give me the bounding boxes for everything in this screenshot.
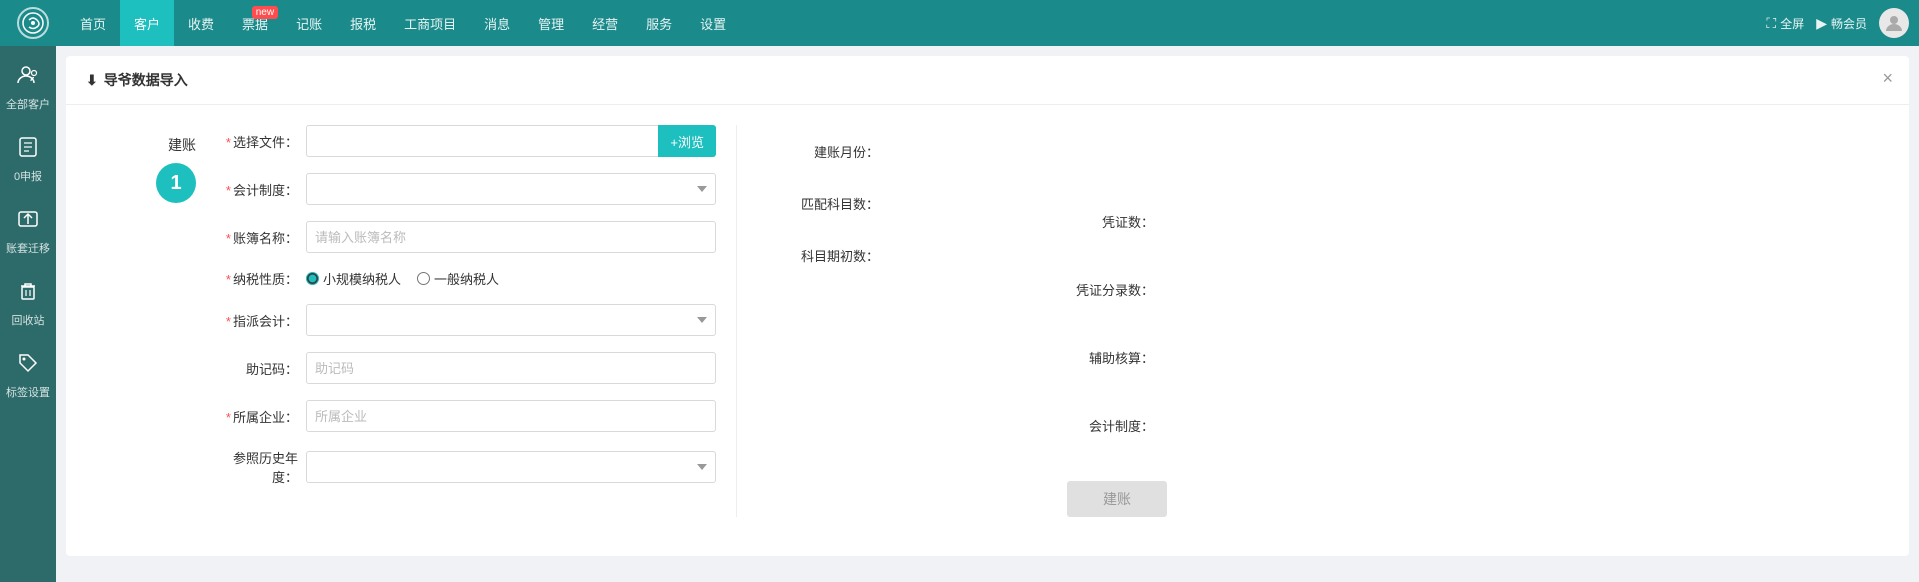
avatar[interactable] [1879,8,1909,38]
build-btn-section: 凭证数： 凭证分录数： 辅助核算： [1007,125,1207,517]
tax-type-row: *纳税性质： 小规模纳税人 一般纳税人 [216,269,716,288]
match-subjects-value [887,187,1007,219]
nav-item-invoices[interactable]: 票据 new [228,0,282,46]
nav-item-business[interactable]: 工商项目 [390,0,470,46]
tax-type-label: *纳税性质： [216,269,306,288]
close-button[interactable]: × [1882,68,1893,89]
sidebar-item-migrate[interactable]: 账套迁移 [0,200,56,264]
file-input[interactable] [306,125,658,157]
subject-init-label: 科目期初数： [797,246,887,265]
sidebar-item-zero-declare[interactable]: 0申报 [0,128,56,192]
file-label: *选择文件： [216,132,306,151]
company-input[interactable] [306,400,716,432]
browse-button[interactable]: +浏览 [658,125,716,157]
voucher-label: 凭证数： [1072,212,1162,231]
form-section: *选择文件： +浏览 *会计制度： [216,125,716,517]
memo-row: 助记码： [216,352,716,384]
accounting-system-label: *会计制度： [216,180,306,199]
subject-init-row: 科目期初数： [797,239,1007,271]
top-nav: 首页 客户 收费 票据 new 记账 报税 工商项目 消息 管理 经营 [0,0,1919,46]
accountant-label: *指派会计： [216,311,306,330]
migrate-icon [17,208,39,236]
voucher-entries-label: 凭证分录数： [1072,280,1162,299]
nav-item-services[interactable]: 服务 [632,0,686,46]
nav-item-manage[interactable]: 管理 [524,0,578,46]
sidebar: 全部客户 0申报 账套迁移 [0,46,56,582]
voucher-row: 凭证数： [1072,205,1162,237]
match-subjects-label: 匹配科目数： [797,194,887,213]
step-section: 建账 1 [96,125,216,517]
company-label: *所属企业： [216,407,306,426]
general-taxpayer-radio[interactable] [417,272,430,285]
all-clients-icon [17,64,39,92]
tags-icon [17,352,39,380]
auxiliary-row: 辅助核算： [1072,341,1162,373]
sidebar-item-all-clients[interactable]: 全部客户 [0,56,56,120]
auxiliary-label: 辅助核算： [1072,348,1162,367]
nav-item-tax[interactable]: 报税 [336,0,390,46]
accounting-system-row: *会计制度： [216,173,716,205]
info-section: 建账月份： 匹配科目数： 科目期初数： [757,125,1007,517]
memo-input[interactable] [306,352,716,384]
ledger-name-label: *账簿名称： [216,228,306,247]
nav-item-operations[interactable]: 经营 [578,0,632,46]
memo-label: 助记码： [216,359,306,378]
new-badge: new [252,6,278,19]
file-row: *选择文件： +浏览 [216,125,716,157]
company-row: *所属企业： [216,400,716,432]
app-logo [10,0,56,46]
month-value [887,135,1007,167]
header-icon: ⬇ [86,72,98,89]
voucher-entries-row: 凭证分录数： [1072,273,1162,305]
history-year-row: 参照历史年度： [216,448,716,486]
accountant-row: *指派会计： [216,304,716,336]
file-input-group: +浏览 [306,125,716,157]
vip-icon: ▶ [1816,15,1827,32]
ledger-name-input[interactable] [306,221,716,253]
accounting-system-select[interactable] [306,173,716,205]
nav-item-billing[interactable]: 收费 [174,0,228,46]
card-header: ⬇ 导爷数据导入 [66,56,1909,105]
step-label: 建账 [168,135,196,155]
step-circle: 1 [156,163,196,203]
nav-item-bookkeeping[interactable]: 记账 [282,0,336,46]
tax-type-radio-group: 小规模纳税人 一般纳税人 [306,269,716,288]
accountant-select[interactable] [306,304,716,336]
month-label: 建账月份： [797,142,887,161]
nav-items: 首页 客户 收费 票据 new 记账 报税 工商项目 消息 管理 经营 [66,0,1766,46]
build-account-button[interactable]: 建账 [1067,481,1167,517]
nav-right: ⛶ 全屏 ▶ 畅会员 [1766,8,1909,38]
general-taxpayer-radio-label[interactable]: 一般纳税人 [417,269,499,288]
info-accounting-system-row: 会计制度： [1072,409,1162,441]
trash-icon [17,280,39,308]
nav-item-settings[interactable]: 设置 [686,0,740,46]
info-accounting-system-label: 会计制度： [1072,416,1162,435]
small-taxpayer-radio[interactable] [306,272,319,285]
month-row: 建账月份： [797,135,1007,167]
ledger-name-row: *账簿名称： [216,221,716,253]
nav-item-customers[interactable]: 客户 [120,0,174,46]
match-subjects-row: 匹配科目数： [797,187,1007,219]
sidebar-item-tags[interactable]: 标签设置 [0,344,56,408]
card-body: 建账 1 *选择文件： +浏览 [66,105,1909,537]
subject-init-value [887,239,1007,271]
fullscreen-btn[interactable]: ⛶ 全屏 [1766,15,1804,32]
main-content: ⬇ 导爷数据导入 × 建账 1 *选择文件： [56,46,1919,582]
card-title: 导爷数据导入 [104,70,188,90]
nav-item-home[interactable]: 首页 [66,0,120,46]
declare-icon [17,136,39,164]
app-body: 全部客户 0申报 账套迁移 [0,46,1919,582]
vip-btn[interactable]: ▶ 畅会员 [1816,15,1867,32]
import-dialog-card: ⬇ 导爷数据导入 × 建账 1 *选择文件： [66,56,1909,556]
sidebar-item-trash[interactable]: 回收站 [0,272,56,336]
small-taxpayer-radio-label[interactable]: 小规模纳税人 [306,269,401,288]
nav-item-messages[interactable]: 消息 [470,0,524,46]
history-year-label: 参照历史年度： [216,448,306,486]
fullscreen-icon: ⛶ [1766,15,1776,32]
logo-circle [17,7,49,39]
history-year-select[interactable] [306,451,716,483]
vertical-divider [736,125,737,517]
